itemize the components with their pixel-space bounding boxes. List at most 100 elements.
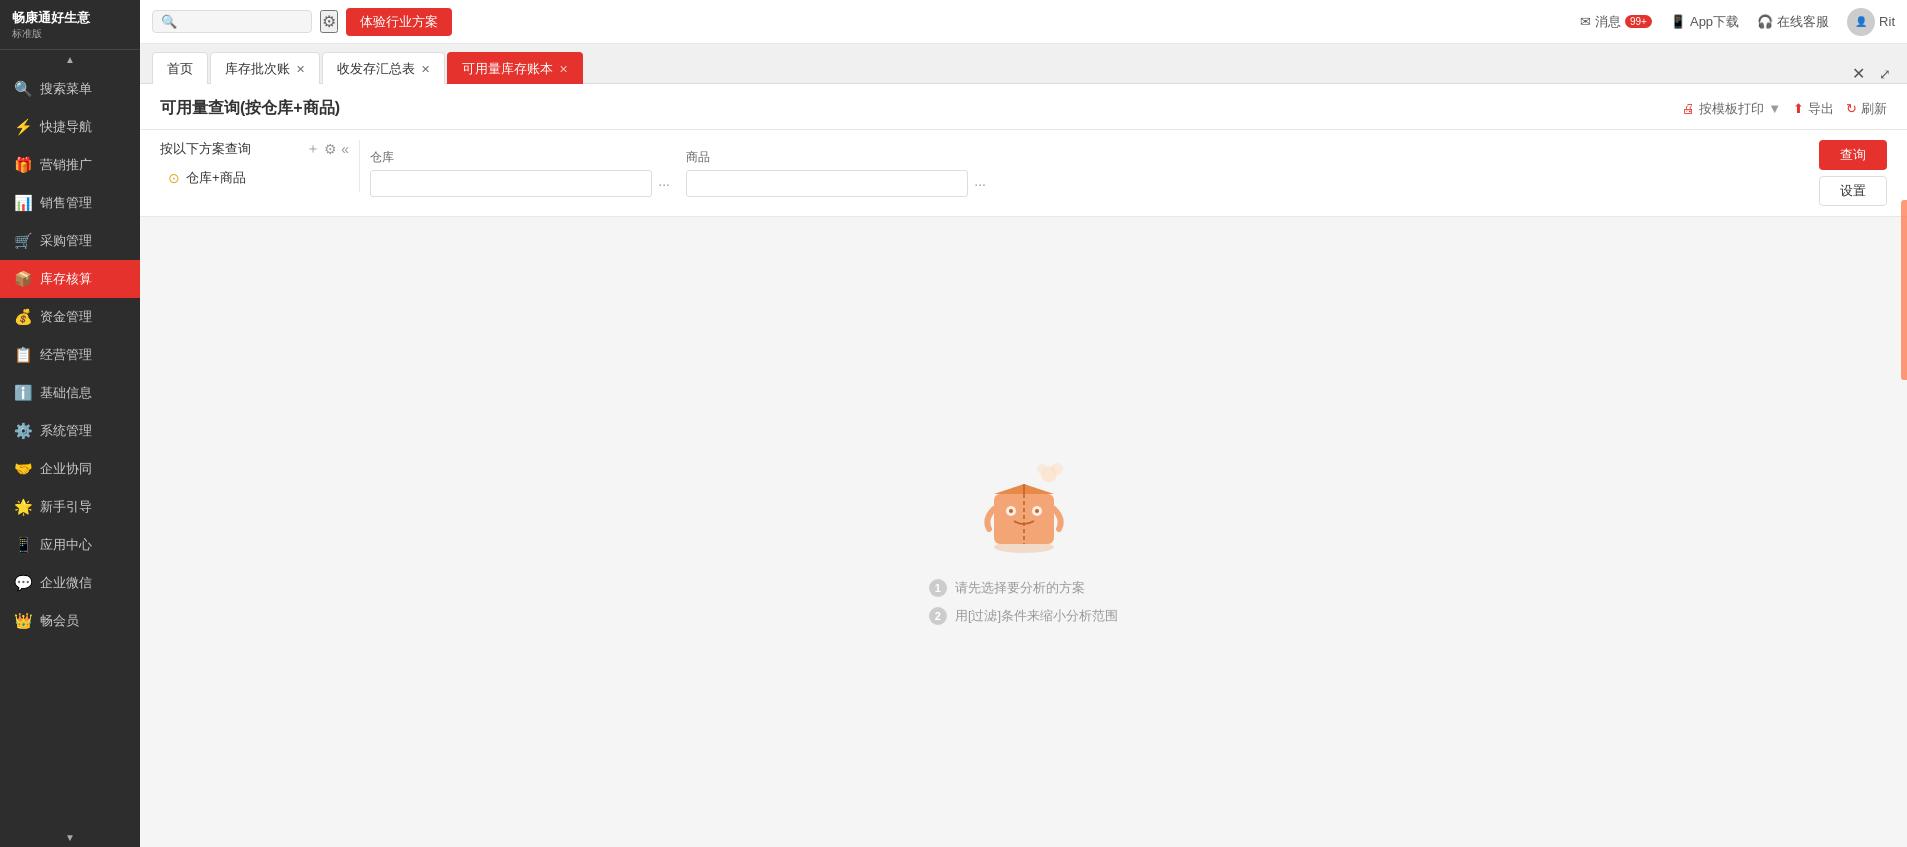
right-scrollbar[interactable] xyxy=(1901,200,1907,380)
sidebar-item-label: 采购管理 xyxy=(40,232,92,250)
sidebar-item-inventory[interactable]: 📦 库存核算 xyxy=(0,260,140,298)
sidebar-scroll-up[interactable]: ▲ xyxy=(0,50,140,70)
refresh-button[interactable]: ↻ 刷新 xyxy=(1846,100,1887,118)
inventory-icon: 📦 xyxy=(14,270,32,288)
sidebar-item-search[interactable]: 🔍 搜索菜单 xyxy=(0,70,140,108)
search-input[interactable] xyxy=(181,15,303,29)
product-more-button[interactable]: ··· xyxy=(974,176,986,192)
tab-available-ledger[interactable]: 可用量库存账本 ✕ xyxy=(447,52,583,84)
sidebar-item-label: 经营管理 xyxy=(40,346,92,364)
tab-receive-summary-close[interactable]: ✕ xyxy=(421,63,430,76)
settings-scheme-button[interactable]: ⚙ xyxy=(324,141,337,157)
tab-home[interactable]: 首页 xyxy=(152,52,208,84)
export-label: 导出 xyxy=(1808,100,1834,118)
empty-state: 1 请先选择要分析的方案 2 用[过滤]条件来缩小分析范围 xyxy=(140,217,1907,847)
headset-icon: 🎧 xyxy=(1757,14,1773,29)
tab-panel-close-button[interactable]: ✕ xyxy=(1848,64,1869,83)
scheme-item-label: 仓库+商品 xyxy=(186,169,246,187)
product-filter-row: ··· xyxy=(686,170,986,197)
template-print-button[interactable]: 🖨 按模板打印 ▼ xyxy=(1682,100,1781,118)
tab-available-ledger-label: 可用量库存账本 xyxy=(462,60,553,78)
empty-hint-1: 1 请先选择要分析的方案 xyxy=(929,579,1118,597)
sidebar-item-label: 新手引导 xyxy=(40,498,92,516)
tab-receive-summary[interactable]: 收发存汇总表 ✕ xyxy=(322,52,445,84)
query-filters: 仓库 ··· 商品 ··· 查询 设置 xyxy=(370,140,1887,206)
app-download-label: App下载 xyxy=(1690,13,1739,31)
collapse-scheme-button[interactable]: « xyxy=(341,141,349,157)
clipboard-icon: 📋 xyxy=(14,346,32,364)
sidebar-item-marketing[interactable]: 🎁 营销推广 xyxy=(0,146,140,184)
message-icon: ✉ xyxy=(1580,14,1591,29)
settings-button[interactable]: 设置 xyxy=(1819,176,1887,206)
topbar-gear-button[interactable]: ⚙ xyxy=(320,10,338,33)
tab-expand-button[interactable]: ⤢ xyxy=(1875,66,1895,82)
sidebar-item-app-center[interactable]: 📱 应用中心 xyxy=(0,526,140,564)
print-icon: 🖨 xyxy=(1682,101,1695,116)
search-icon: 🔍 xyxy=(14,80,32,98)
page-actions: 🖨 按模板打印 ▼ ⬆ 导出 ↻ 刷新 xyxy=(1682,100,1887,118)
app-download-button[interactable]: 📱 App下载 xyxy=(1670,13,1739,31)
sidebar-item-label: 企业微信 xyxy=(40,574,92,592)
message-button[interactable]: ✉ 消息 99+ xyxy=(1580,13,1652,31)
cart-icon: 🛒 xyxy=(14,232,32,250)
phone-icon: 📱 xyxy=(14,536,32,554)
page-header: 可用量查询(按仓库+商品) 🖨 按模板打印 ▼ ⬆ 导出 ↻ 刷新 xyxy=(140,84,1907,130)
sidebar-item-enterprise[interactable]: 🤝 企业协同 xyxy=(0,450,140,488)
sidebar-item-shortcut[interactable]: ⚡ 快捷导航 xyxy=(0,108,140,146)
tab-batch-ledger-close[interactable]: ✕ xyxy=(296,63,305,76)
gear-icon: ⚙️ xyxy=(14,422,32,440)
money-icon: 💰 xyxy=(14,308,32,326)
sidebar-item-wechat[interactable]: 💬 企业微信 xyxy=(0,564,140,602)
lightning-icon: ⚡ xyxy=(14,118,32,136)
svg-point-10 xyxy=(1051,463,1063,475)
trial-industry-button[interactable]: 体验行业方案 xyxy=(346,8,452,36)
user-avatar-area[interactable]: 👤 Rit xyxy=(1847,8,1895,36)
page-title: 可用量查询(按仓库+商品) xyxy=(160,98,340,119)
message-badge: 99+ xyxy=(1625,15,1652,28)
product-filter-input[interactable] xyxy=(686,170,968,197)
sidebar-item-label: 基础信息 xyxy=(40,384,92,402)
warehouse-filter-row: ··· xyxy=(370,170,670,197)
warehouse-filter-input[interactable] xyxy=(370,170,652,197)
topbar-right: ✉ 消息 99+ 📱 App下载 🎧 在线客服 👤 Rit xyxy=(1580,8,1895,36)
query-schemes-panel: 按以下方案查询 ＋ ⚙ « ⊙ 仓库+商品 xyxy=(160,140,360,192)
sidebar-item-sales[interactable]: 📊 销售管理 xyxy=(0,184,140,222)
export-button[interactable]: ⬆ 导出 xyxy=(1793,100,1834,118)
sidebar-item-basic-info[interactable]: ℹ️ 基础信息 xyxy=(0,374,140,412)
topbar: 🔍 ⚙ 体验行业方案 ✉ 消息 99+ 📱 App下载 🎧 在线客服 👤 xyxy=(140,0,1907,44)
dropdown-icon[interactable]: ▼ xyxy=(1768,101,1781,116)
scheme-item-icon: ⊙ xyxy=(168,170,180,186)
query-button[interactable]: 查询 xyxy=(1819,140,1887,170)
sidebar-item-newbie[interactable]: 🌟 新手引导 xyxy=(0,488,140,526)
sidebar-item-member[interactable]: 👑 畅会员 xyxy=(0,602,140,640)
tabbar: 首页 库存批次账 ✕ 收发存汇总表 ✕ 可用量库存账本 ✕ ✕ ⤢ xyxy=(140,44,1907,84)
username-label: Rit xyxy=(1879,14,1895,29)
brand-name: 畅康通好生意 xyxy=(12,10,128,27)
tab-receive-summary-label: 收发存汇总表 xyxy=(337,60,415,78)
empty-hints: 1 请先选择要分析的方案 2 用[过滤]条件来缩小分析范围 xyxy=(929,579,1118,625)
sidebar-item-purchase[interactable]: 🛒 采购管理 xyxy=(0,222,140,260)
sidebar-item-finance[interactable]: 💰 资金管理 xyxy=(0,298,140,336)
warehouse-more-button[interactable]: ··· xyxy=(658,176,670,192)
avatar: 👤 xyxy=(1847,8,1875,36)
tab-batch-ledger[interactable]: 库存批次账 ✕ xyxy=(210,52,320,84)
sidebar-item-system[interactable]: ⚙️ 系统管理 xyxy=(0,412,140,450)
hint-text-2: 用[过滤]条件来缩小分析范围 xyxy=(955,607,1118,625)
online-service-button[interactable]: 🎧 在线客服 xyxy=(1757,13,1829,31)
star-icon: 🌟 xyxy=(14,498,32,516)
tab-batch-ledger-label: 库存批次账 xyxy=(225,60,290,78)
handshake-icon: 🤝 xyxy=(14,460,32,478)
chart-icon: 📊 xyxy=(14,194,32,212)
sidebar-scroll-down[interactable]: ▼ xyxy=(0,827,140,847)
add-scheme-button[interactable]: ＋ xyxy=(306,140,320,158)
tab-available-ledger-close[interactable]: ✕ xyxy=(559,63,568,76)
scheme-item-warehouse-product[interactable]: ⊙ 仓库+商品 xyxy=(160,164,349,192)
search-box[interactable]: 🔍 xyxy=(152,10,312,33)
sidebar-item-label: 畅会员 xyxy=(40,612,79,630)
empty-illustration xyxy=(964,439,1084,559)
hint-text-1: 请先选择要分析的方案 xyxy=(955,579,1085,597)
sidebar-item-operations[interactable]: 📋 经营管理 xyxy=(0,336,140,374)
hint-num-2: 2 xyxy=(929,607,947,625)
sidebar-item-label: 搜索菜单 xyxy=(40,80,92,98)
svg-point-8 xyxy=(1035,509,1039,513)
